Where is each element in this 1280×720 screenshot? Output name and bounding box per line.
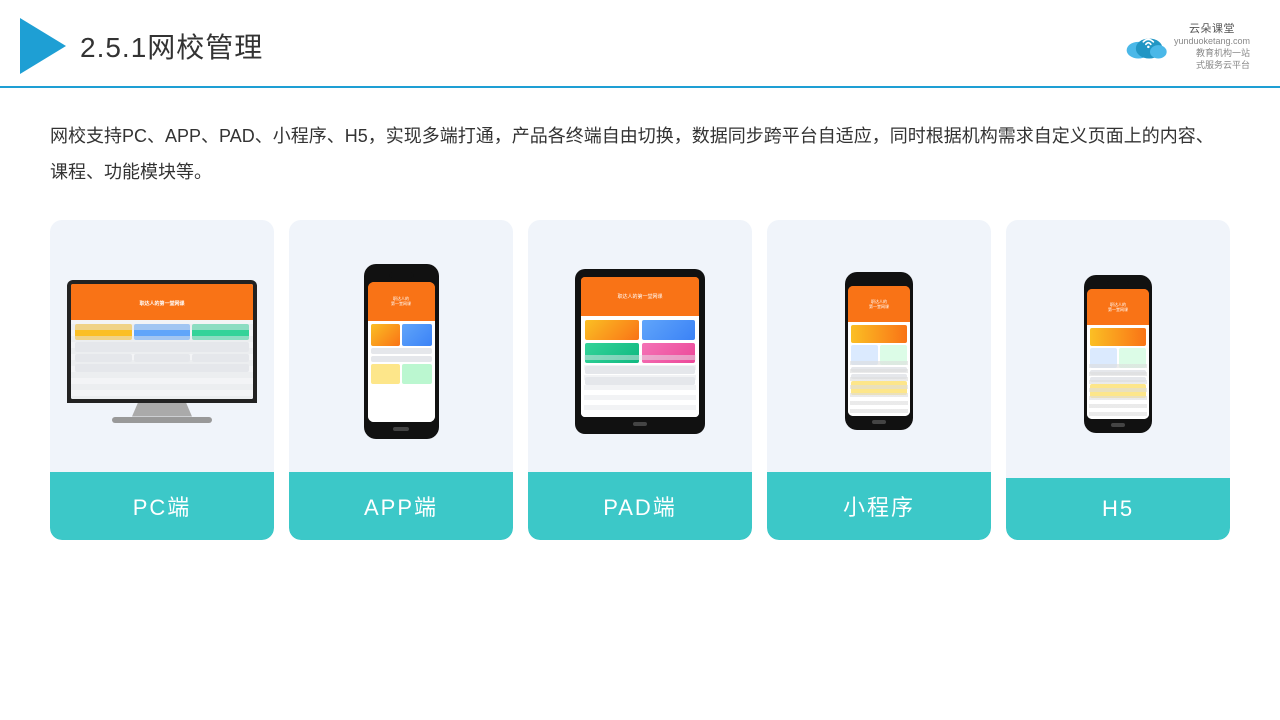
phone-mockup-mini: 职达人的第一堂网课 xyxy=(845,272,913,430)
phone-small-screen-mini: 职达人的第一堂网课 xyxy=(848,286,910,416)
app-screen-items xyxy=(371,324,432,384)
h5-content xyxy=(1090,328,1146,398)
h5-header-text: 职达人的第一堂网课 xyxy=(1108,302,1128,312)
description-text: 网校支持PC、APP、PAD、小程序、H5，实现多端打通，产品各终端自由切换，数… xyxy=(50,118,1230,190)
card-pad: 职达人的第一堂网课 xyxy=(528,220,752,540)
mini-header-text: 职达人的第一堂网课 xyxy=(869,299,889,309)
monitor-screen: 职达人的第一堂网课 xyxy=(71,284,253,399)
phone-screen-app: 职达人的第一堂网课 xyxy=(368,282,435,422)
header-left: 2.5.1网校管理 xyxy=(20,18,263,74)
monitor-outer: 职达人的第一堂网课 xyxy=(67,280,257,403)
monitor-mockup: 职达人的第一堂网课 xyxy=(67,280,257,423)
tablet-mockup: 职达人的第一堂网课 xyxy=(575,269,705,434)
pad-image-area: 职达人的第一堂网课 xyxy=(543,240,737,472)
app-header-text: 职达人的第一堂网课 xyxy=(391,296,411,306)
mini-home-button xyxy=(872,420,886,424)
monitor-grid xyxy=(75,324,249,372)
phone-h5-notch xyxy=(1107,281,1129,286)
pad-grid xyxy=(585,320,695,385)
phone-notch xyxy=(389,272,414,278)
cards-container: 职达人的第一堂网课 xyxy=(50,220,1230,540)
mini-content xyxy=(851,325,907,395)
card-app: 职达人的第一堂网课 xyxy=(289,220,513,540)
mini-screen-header: 职达人的第一堂网课 xyxy=(848,286,910,322)
app-screen-header: 职达人的第一堂网课 xyxy=(368,282,435,321)
card-pc: 职达人的第一堂网课 xyxy=(50,220,274,540)
brand-text-group: 云朵课堂 yunduoketang.com 教育机构一站 式服务云平台 xyxy=(1174,20,1250,71)
page-title: 2.5.1网校管理 xyxy=(80,26,263,66)
monitor-base xyxy=(112,417,212,423)
phone-small-notch xyxy=(868,278,890,283)
page-header: 2.5.1网校管理 云朵课堂 yunduoketang.com 教育机构一 xyxy=(0,0,1280,88)
monitor-stand xyxy=(132,403,192,417)
app-screen-body xyxy=(368,321,435,422)
monitor-content: 职达人的第一堂网课 xyxy=(71,284,253,399)
pad-header-text: 职达人的第一堂网课 xyxy=(617,293,662,300)
brand-url: yunduoketang.com xyxy=(1174,36,1250,48)
app-image-area: 职达人的第一堂网课 xyxy=(304,240,498,472)
tablet-home-button xyxy=(633,422,647,426)
pc-image-area: 职达人的第一堂网课 xyxy=(65,240,259,472)
h5-image-area: 职达人的第一堂网课 xyxy=(1021,240,1215,478)
card-miniprogram: 职达人的第一堂网课 xyxy=(767,220,991,540)
h5-screen-body xyxy=(1087,325,1149,419)
pad-screen-header: 职达人的第一堂网课 xyxy=(581,277,699,316)
miniprogram-image-area: 职达人的第一堂网课 xyxy=(782,240,976,472)
mini-screen-body xyxy=(848,322,910,416)
brand-icon-area: 云朵课堂 yunduoketang.com 教育机构一站 式服务云平台 xyxy=(1120,20,1250,71)
main-content: 网校支持PC、APP、PAD、小程序、H5，实现多端打通，产品各终端自由切换，数… xyxy=(0,88,1280,560)
phone-mockup-app: 职达人的第一堂网课 xyxy=(364,264,439,439)
brand-tagline: 教育机构一站 式服务云平台 xyxy=(1174,48,1250,71)
card-pad-label: PAD端 xyxy=(528,472,752,540)
brand-name: 云朵课堂 xyxy=(1174,20,1250,36)
header-right: 云朵课堂 yunduoketang.com 教育机构一站 式服务云平台 xyxy=(1120,20,1250,71)
logo-icon xyxy=(20,18,66,74)
monitor-header: 职达人的第一堂网课 xyxy=(73,286,251,323)
h5-home-button xyxy=(1111,423,1125,427)
phone-home-button xyxy=(393,427,409,431)
card-app-label: APP端 xyxy=(289,472,513,540)
card-miniprogram-label: 小程序 xyxy=(767,472,991,540)
card-h5-label: H5 xyxy=(1006,478,1230,540)
card-h5: 职达人的第一堂网课 xyxy=(1006,220,1230,540)
pad-body xyxy=(581,316,699,417)
phone-small-screen-h5: 职达人的第一堂网课 xyxy=(1087,289,1149,419)
tablet-screen: 职达人的第一堂网课 xyxy=(581,277,699,417)
monitor-header-text: 职达人的第一堂网课 xyxy=(139,300,184,307)
brand-logo: 云朵课堂 yunduoketang.com 教育机构一站 式服务云平台 xyxy=(1120,20,1250,71)
h5-screen-header: 职达人的第一堂网课 xyxy=(1087,289,1149,325)
card-pc-label: PC端 xyxy=(50,472,274,540)
phone-mockup-h5: 职达人的第一堂网课 xyxy=(1084,275,1152,433)
monitor-body xyxy=(71,320,253,398)
cloud-icon xyxy=(1120,30,1170,62)
